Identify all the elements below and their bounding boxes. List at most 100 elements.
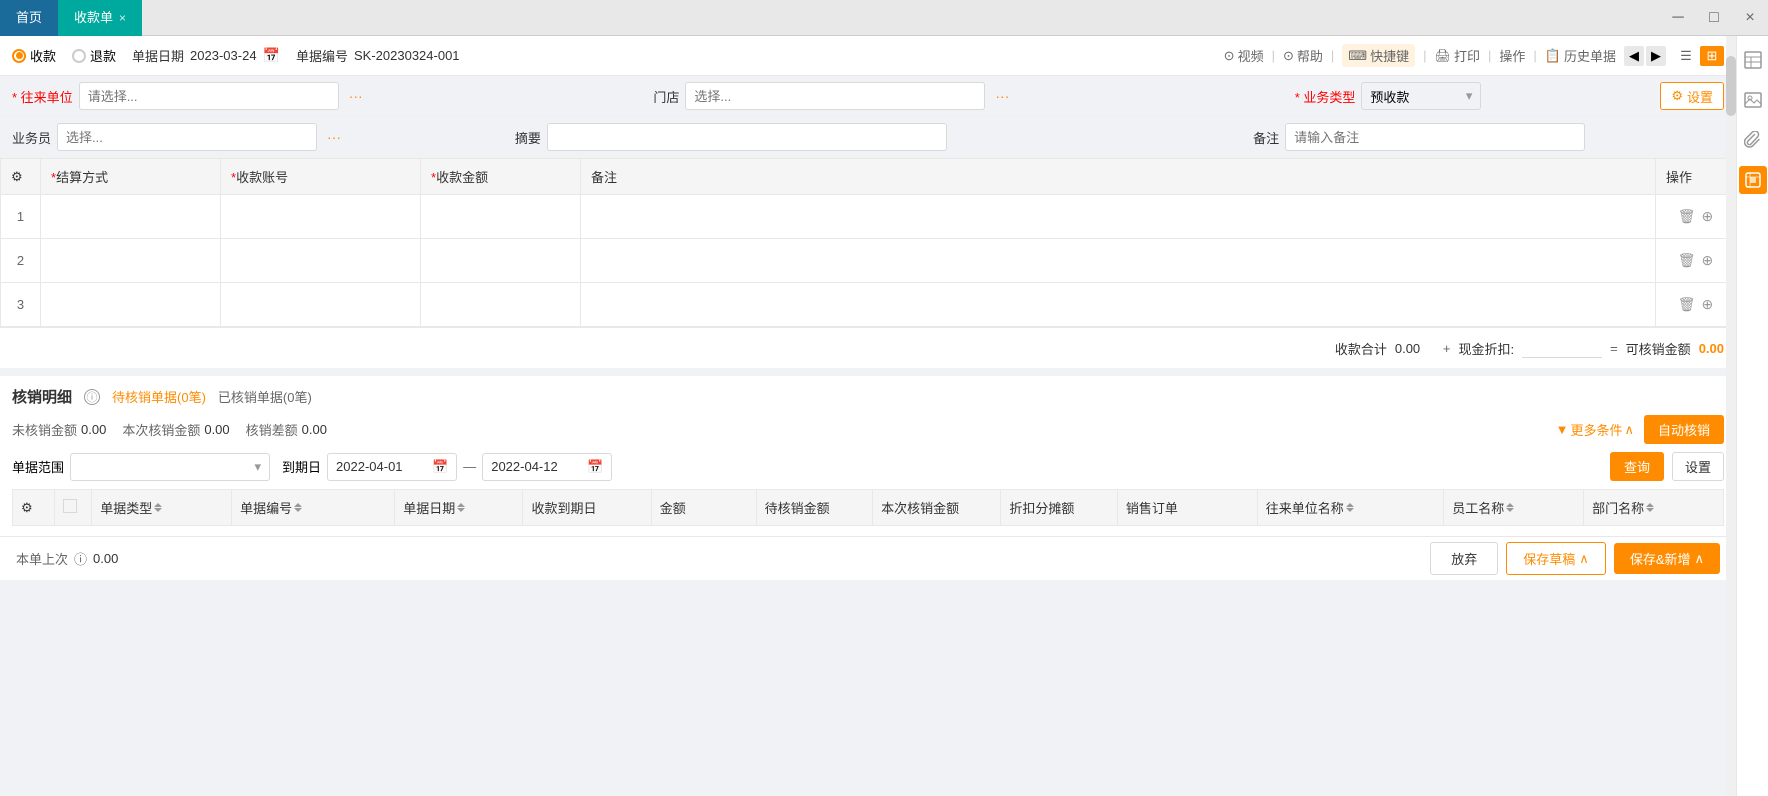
receipt-radio[interactable]: 收款	[12, 46, 56, 65]
cal-from-icon[interactable]: 📅	[432, 459, 448, 475]
doc-date-field: 单据日期 2023-03-24 📅	[132, 46, 280, 65]
date-to-input[interactable]	[491, 459, 581, 474]
partner-field: * 往来单位 ···	[12, 82, 621, 110]
settings-button[interactable]: ⚙ 设置	[1660, 82, 1724, 110]
save-new-button[interactable]: 保存&新增 ∧	[1614, 543, 1720, 574]
shop-more-button[interactable]: ···	[991, 88, 1013, 104]
business-type-select[interactable]: 预收款 ▾	[1361, 82, 1481, 110]
query-button[interactable]: 查询	[1610, 452, 1664, 481]
section-divider	[0, 368, 1736, 376]
verify-info-icon[interactable]: ⓘ	[84, 389, 100, 405]
done-tab[interactable]: 已核销单据(0笔)	[218, 387, 312, 406]
row-account[interactable]	[221, 283, 421, 327]
remark-input[interactable]	[1285, 123, 1585, 151]
staff-more-button[interactable]: ···	[323, 129, 345, 145]
nav-arrows: ◀ ▶	[1624, 46, 1666, 66]
chevron-down-icon: ▾	[1466, 88, 1473, 104]
bottom-th-date: 单据日期	[395, 490, 523, 526]
copy-icon[interactable]: ⊕	[1702, 252, 1714, 269]
scrollbar[interactable]	[1726, 36, 1736, 796]
summary-input[interactable]	[547, 123, 947, 151]
shortcut-link[interactable]: ⌨ 快捷键	[1342, 44, 1415, 67]
win-min-button[interactable]: ─	[1660, 0, 1696, 36]
table-row: 2 🗑 ⊕	[1, 239, 1736, 283]
nav-prev-button[interactable]: ◀	[1624, 46, 1644, 66]
date-from-input[interactable]	[336, 459, 426, 474]
remark-field: 备注	[1253, 123, 1724, 151]
th-remark: 备注	[581, 159, 1656, 195]
win-close-button[interactable]: ×	[1732, 0, 1768, 36]
row-settle[interactable]	[41, 283, 221, 327]
sidebar-attachment-icon[interactable]	[1739, 126, 1767, 154]
summary-field: 摘要	[515, 123, 1221, 151]
table-gear-th[interactable]: ⚙	[1, 159, 41, 195]
pending-tab[interactable]: 待核销单据(0笔)	[112, 387, 206, 406]
sidebar-screenshot-icon[interactable]	[1739, 166, 1767, 194]
operation-link[interactable]: 操作	[1499, 46, 1525, 65]
row-amount[interactable]	[421, 239, 581, 283]
delete-icon[interactable]: 🗑	[1678, 252, 1696, 269]
bottom-th-pending: 待核销金额	[756, 490, 873, 526]
copy-icon[interactable]: ⊕	[1702, 208, 1714, 225]
view-list-button[interactable]: ☰	[1674, 46, 1698, 66]
stat-unverified: 未核销金额 0.00	[12, 420, 106, 439]
history-link[interactable]: 📋 历史单据	[1545, 46, 1616, 65]
chevron-up-icon: ∧	[1579, 551, 1589, 567]
partner-more-button[interactable]: ···	[345, 88, 367, 104]
row-amount[interactable]	[421, 283, 581, 327]
row-index: 2	[1, 239, 41, 283]
row-account[interactable]	[221, 195, 421, 239]
copy-icon[interactable]: ⊕	[1702, 296, 1714, 313]
scrollbar-thumb[interactable]	[1726, 56, 1736, 116]
tab-home[interactable]: 首页	[0, 0, 58, 36]
save-draft-button[interactable]: 保存草稿 ∧	[1506, 542, 1606, 575]
row-remark[interactable]	[581, 283, 1656, 327]
abandon-button[interactable]: 放弃	[1430, 542, 1498, 575]
form-row-1: * 往来单位 ··· 门店 ··· * 业务类型 预收款 ▾ ⚙ 设置	[0, 76, 1736, 117]
partner-input[interactable]	[79, 82, 339, 110]
auto-offset-button[interactable]: 自动核销	[1644, 415, 1724, 444]
th-action: 操作	[1656, 159, 1736, 195]
win-max-button[interactable]: □	[1696, 0, 1732, 36]
refund-radio[interactable]: 退款	[72, 46, 116, 65]
help-link[interactable]: ⊙ 帮助	[1283, 46, 1323, 65]
tab-receipt[interactable]: 收款单 ×	[58, 0, 142, 36]
more-filter-button[interactable]: ▼ 更多条件 ∧	[1556, 420, 1634, 439]
tab-close-icon[interactable]: ×	[119, 0, 126, 36]
sidebar-table-icon[interactable]	[1739, 46, 1767, 74]
row-settle[interactable]	[41, 239, 221, 283]
chevron-down-icon: ▾	[254, 459, 261, 475]
print-link[interactable]: 🖨 打印	[1434, 46, 1480, 65]
row-amount[interactable]	[421, 195, 581, 239]
cal-to-icon[interactable]: 📅	[587, 459, 603, 475]
gear-icon: ⚙	[11, 169, 23, 184]
row-remark[interactable]	[581, 239, 1656, 283]
verify-settings-button[interactable]: 设置	[1672, 452, 1724, 481]
delete-icon[interactable]: 🗑	[1678, 296, 1696, 313]
bottom-th-checkbox[interactable]	[54, 490, 91, 526]
receipt-radio-dot	[12, 49, 26, 63]
footer-actions: 放弃 保存草稿 ∧ 保存&新增 ∧	[1430, 542, 1720, 575]
view-grid-button[interactable]: ⊞	[1700, 46, 1724, 66]
select-all-checkbox[interactable]	[63, 499, 77, 513]
bottom-th-gear[interactable]: ⚙	[13, 490, 55, 526]
doc-no-field: 单据编号 SK-20230324-001	[296, 46, 460, 65]
nav-next-button[interactable]: ▶	[1646, 46, 1666, 66]
discount-input[interactable]	[1522, 338, 1602, 358]
bottom-th-order: 销售订单	[1117, 490, 1257, 526]
video-link[interactable]: ⊙ 视频	[1224, 46, 1264, 65]
right-sidebar	[1736, 36, 1768, 796]
shop-input[interactable]	[685, 82, 985, 110]
row-account[interactable]	[221, 239, 421, 283]
row-settle[interactable]	[41, 195, 221, 239]
page-footer: 本单上次 ⓘ 0.00 放弃 保存草稿 ∧ 保存&新增 ∧	[0, 536, 1736, 580]
row-remark[interactable]	[581, 195, 1656, 239]
staff-input[interactable]	[57, 123, 317, 151]
row-index: 3	[1, 283, 41, 327]
delete-icon[interactable]: 🗑	[1678, 208, 1696, 225]
sidebar-image-icon[interactable]	[1739, 86, 1767, 114]
stat-diff: 核销差额 0.00	[246, 420, 327, 439]
range-select[interactable]: ▾	[70, 453, 270, 481]
date-calendar-icon[interactable]: 📅	[263, 47, 280, 64]
verify-title-row: 核销明细 ⓘ 待核销单据(0笔) 已核销单据(0笔)	[12, 386, 1724, 407]
